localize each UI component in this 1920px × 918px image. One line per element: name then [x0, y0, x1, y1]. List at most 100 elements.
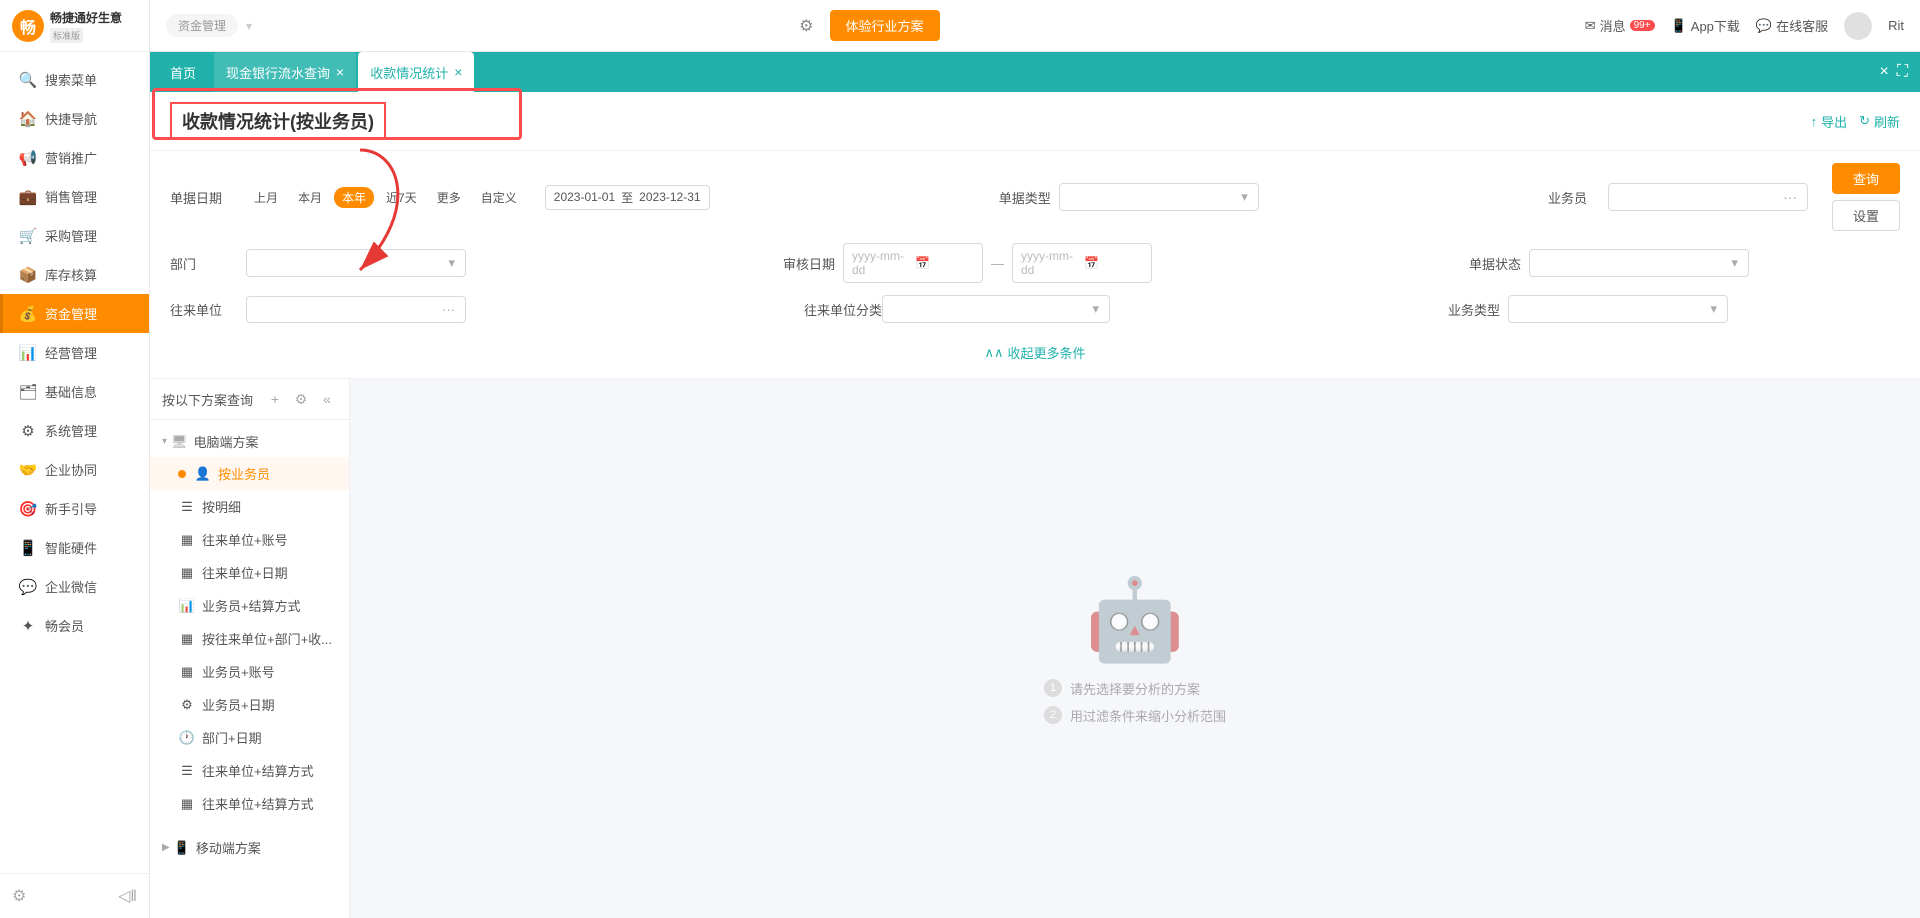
tree-item-salesman-date[interactable]: ⚙ 业务员+日期	[150, 688, 349, 721]
sales-icon: 💼	[19, 188, 37, 206]
tab-bank-flow-label: 现金银行流水查询	[226, 63, 330, 82]
tree-item-partner-settle2[interactable]: ▦ 往来单位+结算方式	[150, 787, 349, 820]
message-button[interactable]: ✉ 消息 99+	[1585, 16, 1655, 35]
tab-bank-flow-close[interactable]: ×	[336, 65, 344, 79]
tab-home[interactable]: 首页	[154, 52, 212, 92]
partner-class-select[interactable]: ▾	[882, 295, 1110, 323]
tree-item-partner-account[interactable]: ▦ 往来单位+账号	[150, 523, 349, 556]
date-opt-this-month[interactable]: 本月	[290, 187, 330, 208]
review-date-end-placeholder: yyyy-mm-dd	[1021, 249, 1080, 277]
tree-section-mobile-header[interactable]: ▶ 📱 移动端方案	[150, 832, 349, 863]
date-opt-custom[interactable]: 自定义	[473, 187, 525, 208]
sidebar-item-search[interactable]: 🔍 搜索菜单	[0, 60, 149, 99]
sidebar-item-sales[interactable]: 💼 销售管理	[0, 177, 149, 216]
date-opt-7days[interactable]: 近7天	[378, 187, 425, 208]
tree-item-partner-settle1[interactable]: ☰ 往来单位+结算方式	[150, 754, 349, 787]
doc-status-group: 单据状态 ▾	[1469, 249, 1754, 277]
review-date-end-input[interactable]: yyyy-mm-dd 📅	[1012, 243, 1152, 283]
dept-arrow: ▾	[448, 255, 455, 271]
operations-icon: 📊	[19, 344, 37, 362]
panel-collapse-btn[interactable]: «	[317, 389, 337, 409]
tab-collection-stats-close[interactable]: ×	[454, 65, 462, 79]
sidebar-item-system[interactable]: ⚙ 系统管理	[0, 411, 149, 450]
collapse-button[interactable]: ∧∧ 收起更多条件	[984, 335, 1085, 366]
tree-arrow-pc: ▾	[162, 436, 167, 447]
search-icon: 🔍	[19, 71, 37, 89]
sidebar-item-inventory[interactable]: 📦 库存核算	[0, 255, 149, 294]
salesman-account-icon: ▦	[178, 663, 196, 681]
online-service-button[interactable]: 💬 在线客服	[1756, 16, 1828, 35]
sidebar-label-finance: 资金管理	[45, 304, 97, 323]
app-icon: 📱	[1671, 18, 1687, 34]
sidebar-item-wechat[interactable]: 💬 企业微信	[0, 567, 149, 606]
bottom-settings-btn[interactable]: ⚙	[12, 886, 26, 906]
user-avatar[interactable]	[1844, 12, 1872, 40]
panel-settings-btn[interactable]: ⚙	[291, 389, 311, 409]
tree-item-salesman-settle-label: 业务员+结算方式	[202, 596, 301, 615]
app-download-button[interactable]: 📱 App下载	[1671, 16, 1740, 35]
date-opt-more[interactable]: 更多	[429, 187, 469, 208]
tree-section-pc-header[interactable]: ▾ 🖥 电脑端方案	[150, 426, 349, 457]
query-button[interactable]: 查询	[1832, 163, 1900, 194]
salesman-date-icon: ⚙	[178, 696, 196, 714]
sidebar-item-guide[interactable]: 🎯 新手引导	[0, 489, 149, 528]
tab-collection-stats[interactable]: 收款情况统计 ×	[358, 52, 474, 92]
left-panel-actions: + ⚙ «	[265, 389, 337, 409]
sidebar-label-search: 搜索菜单	[45, 70, 97, 89]
export-button[interactable]: ↑ 导出	[1811, 112, 1848, 131]
tree-item-salesman-label: 按业务员	[218, 464, 270, 483]
tab-bank-flow[interactable]: 现金银行流水查询 ×	[214, 52, 356, 92]
sidebar-item-quicknav[interactable]: 🏠 快捷导航	[0, 99, 149, 138]
refresh-button[interactable]: ↻ 刷新	[1859, 112, 1900, 131]
biz-type-label: 业务类型	[1448, 300, 1508, 319]
window-expand-btn[interactable]: ⛶	[1897, 63, 1908, 81]
tree-item-partner-dept[interactable]: ▦ 按往来单位+部门+收...	[150, 622, 349, 655]
guide-icon: 🎯	[19, 500, 37, 518]
tab-home-label: 首页	[170, 63, 196, 82]
partner-class-arrow: ▾	[1092, 301, 1099, 317]
settings-button[interactable]: 设置	[1832, 200, 1900, 231]
partner-settle2-icon: ▦	[178, 795, 196, 813]
tree-item-detail[interactable]: ☰ 按明细	[150, 490, 349, 523]
tree-item-dept-date[interactable]: 🕐 部门+日期	[150, 721, 349, 754]
doc-type-select[interactable]: ▾	[1059, 183, 1259, 211]
collapse-icon: ∧∧	[984, 345, 1003, 361]
window-close-btn[interactable]: ×	[1879, 63, 1888, 81]
tree-item-by-salesman[interactable]: 👤 按业务员	[150, 457, 349, 490]
review-date-start-input[interactable]: yyyy-mm-dd 📅	[843, 243, 983, 283]
empty-robot-icon: 🤖	[1085, 573, 1185, 667]
tree-item-salesman-account[interactable]: ▦ 业务员+账号	[150, 655, 349, 688]
tree-section-mobile: ▶ 📱 移动端方案	[150, 826, 349, 869]
tree-item-salesman-settle[interactable]: 📊 业务员+结算方式	[150, 589, 349, 622]
home-icon: 🏠	[19, 110, 37, 128]
sidebar-item-purchase[interactable]: 🛒 采购管理	[0, 216, 149, 255]
sidebar-item-enterprise[interactable]: 🤝 企业协同	[0, 450, 149, 489]
trial-button[interactable]: 体验行业方案	[830, 10, 940, 41]
date-opt-last-month[interactable]: 上月	[246, 187, 286, 208]
bottom-collapse-btn[interactable]: ◁‖	[118, 886, 137, 906]
sidebar-item-basic[interactable]: 🗂 基础信息	[0, 372, 149, 411]
salesman-select[interactable]: ···	[1608, 183, 1808, 211]
header-gear-btn[interactable]: ⚙	[799, 16, 813, 36]
left-panel: 按以下方案查询 + ⚙ « ▾ 🖥 电脑端方案 👤 按业务员	[150, 379, 350, 918]
sidebar-item-member[interactable]: ✦ 畅会员	[0, 606, 149, 645]
doc-type-label: 单据类型	[999, 188, 1059, 207]
query-buttons: 查询 设置	[1832, 163, 1900, 231]
step-num-1: 1	[1044, 679, 1062, 697]
salesman-label: 业务员	[1548, 188, 1608, 207]
sidebar-item-operations[interactable]: 📊 经营管理	[0, 333, 149, 372]
sidebar-item-finance[interactable]: 💰 资金管理	[0, 294, 149, 333]
tree-item-salesman-account-label: 业务员+账号	[202, 662, 275, 681]
date-opt-this-year[interactable]: 本年	[334, 187, 374, 208]
sidebar-item-marketing[interactable]: 📢 营销推广	[0, 138, 149, 177]
enterprise-icon: 🤝	[19, 461, 37, 479]
partner-input[interactable]: ···	[246, 296, 466, 323]
tree-pc-label: 电脑端方案	[194, 432, 259, 451]
doc-status-select[interactable]: ▾	[1529, 249, 1749, 277]
sidebar-item-hardware[interactable]: 📱 智能硬件	[0, 528, 149, 567]
panel-add-btn[interactable]: +	[265, 389, 285, 409]
left-panel-header: 按以下方案查询 + ⚙ «	[150, 379, 349, 420]
biz-type-select[interactable]: ▾	[1508, 295, 1728, 323]
dept-select[interactable]: ▾	[246, 249, 466, 277]
tree-item-partner-date[interactable]: ▦ 往来单位+日期	[150, 556, 349, 589]
